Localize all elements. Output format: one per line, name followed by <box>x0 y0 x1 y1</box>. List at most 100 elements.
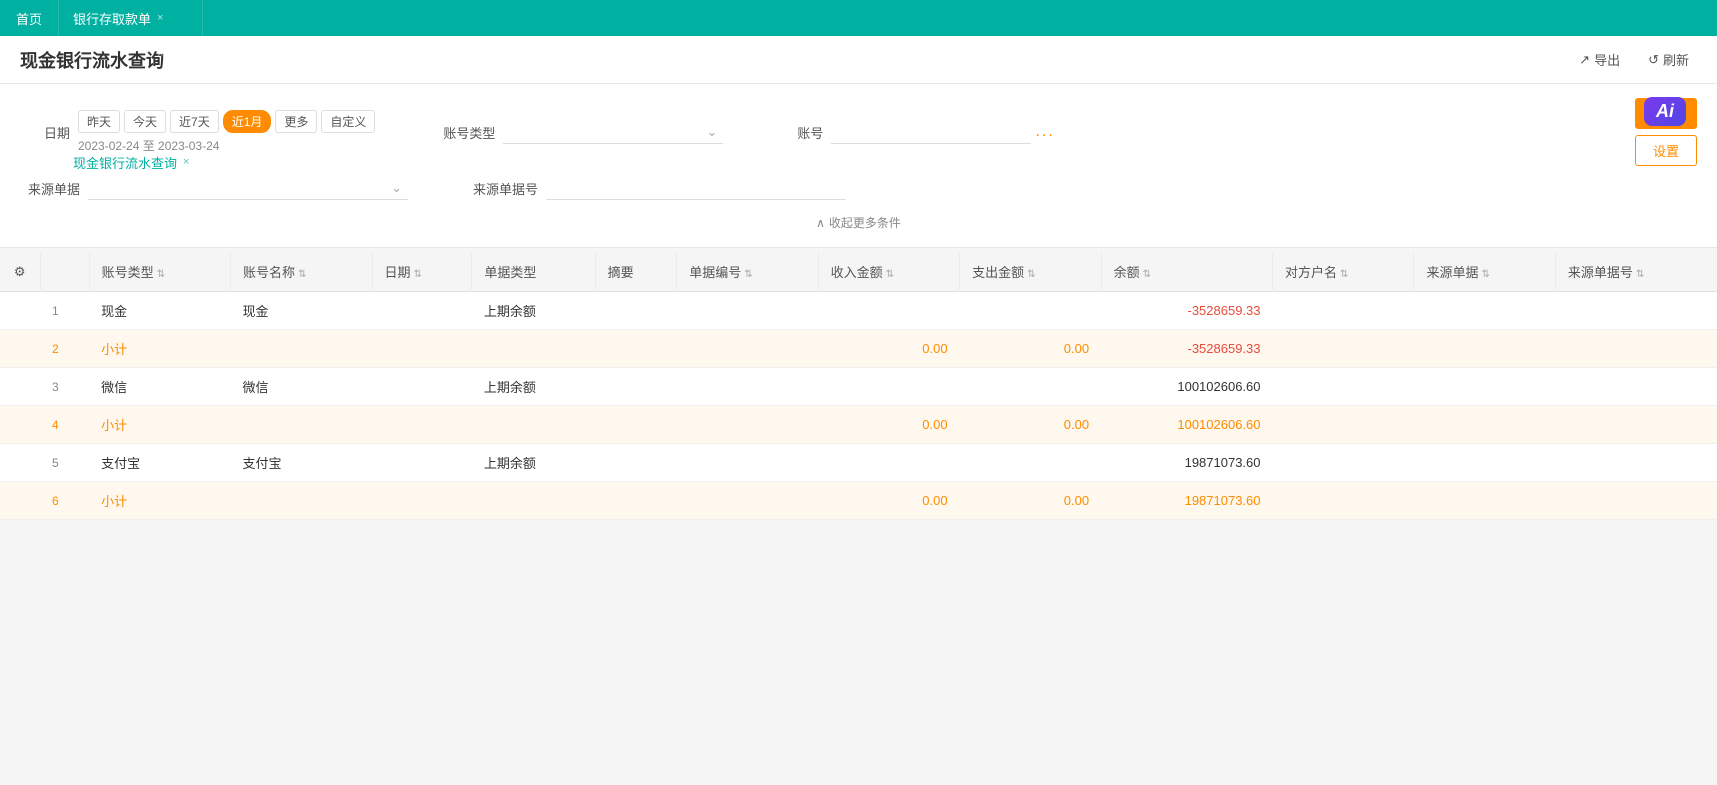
ai-badge[interactable]: Ai <box>1644 97 1686 126</box>
table-row: 4小计0.000.00100102606.60 <box>0 406 1717 444</box>
sort-arrows-icon: ⇅ <box>1636 269 1644 280</box>
td-doc_no <box>677 292 818 330</box>
td-date <box>372 444 472 482</box>
source-doc-no-label: 来源单据号 <box>468 179 538 198</box>
date-btn-近7天[interactable]: 近7天 <box>170 110 219 133</box>
close-icon[interactable]: × <box>157 12 163 24</box>
td-gear <box>0 330 40 368</box>
td-account_name <box>231 482 372 520</box>
source-doc-select[interactable] <box>88 176 408 200</box>
date-btn-自定义[interactable]: 自定义 <box>321 110 375 133</box>
table-row: 3微信微信上期余额100102606.60 <box>0 368 1717 406</box>
td-source_doc <box>1414 368 1555 406</box>
account-type-label: 账号类型 <box>435 123 495 142</box>
td-index: 2 <box>40 330 89 368</box>
close-icon[interactable]: × <box>157 84 163 96</box>
td-summary <box>595 444 677 482</box>
td-balance: 100102606.60 <box>1101 406 1272 444</box>
filter-area: 日期 昨天今天近7天近1月更多自定义 2023-02-24 至 2023-03-… <box>0 84 1717 248</box>
td-account_type: 小计 <box>89 482 230 520</box>
th-date[interactable]: 日期⇅ <box>372 252 472 292</box>
account-input[interactable] <box>831 120 1031 144</box>
th-account_name[interactable]: 账号名称⇅ <box>231 252 372 292</box>
sort-arrows-icon: ⇅ <box>1143 269 1151 280</box>
close-icon[interactable]: × <box>183 156 189 168</box>
td-source_doc_no <box>1555 292 1717 330</box>
date-btn-近1月[interactable]: 近1月 <box>223 110 272 133</box>
date-btn-更多[interactable]: 更多 <box>275 110 317 133</box>
td-account_name: 支付宝 <box>231 444 372 482</box>
td-expense: 0.00 <box>960 406 1101 444</box>
source-doc-select-wrapper <box>88 176 408 200</box>
date-range-display: 2023-02-24 至 2023-03-24 <box>78 137 375 154</box>
td-index: 5 <box>40 444 89 482</box>
td-counterpart <box>1273 330 1414 368</box>
td-gear <box>0 368 40 406</box>
collapse-bar[interactable]: ∧ 收起更多条件 <box>20 210 1697 239</box>
td-expense: 0.00 <box>960 330 1101 368</box>
td-summary <box>595 330 677 368</box>
th-summary: 摘要 <box>595 252 677 292</box>
td-doc_no <box>677 330 818 368</box>
th-doc_type: 单据类型 <box>472 252 595 292</box>
nav-home[interactable]: 首页 <box>0 0 59 36</box>
th-doc_no[interactable]: 单据编号⇅ <box>677 252 818 292</box>
td-balance: 19871073.60 <box>1101 482 1272 520</box>
th-income[interactable]: 收入金额⇅ <box>818 252 959 292</box>
nav-tab-银行存取款单[interactable]: 银行存取款单× <box>59 0 203 36</box>
table-body: 1现金现金上期余额-3528659.332小计0.000.00-3528659.… <box>0 292 1717 520</box>
source-doc-no-input[interactable] <box>546 176 846 200</box>
collapse-chevron-icon: ∧ <box>816 216 825 230</box>
td-source_doc <box>1414 292 1555 330</box>
th-counterpart[interactable]: 对方户名⇅ <box>1273 252 1414 292</box>
td-index: 1 <box>40 292 89 330</box>
td-counterpart <box>1273 406 1414 444</box>
td-summary <box>595 368 677 406</box>
account-type-select[interactable]: 现金 微信 支付宝 <box>503 120 723 144</box>
date-buttons-row: 昨天今天近7天近1月更多自定义 <box>78 110 375 133</box>
close-icon[interactable]: × <box>157 48 163 60</box>
table-container: ⚙ 账号类型⇅账号名称⇅日期⇅单据类型摘要单据编号⇅收入金额⇅支出金额⇅余额⇅对方… <box>0 252 1717 520</box>
account-type-select-wrapper: 现金 微信 支付宝 <box>503 120 723 144</box>
th-source_doc_no[interactable]: 来源单据号⇅ <box>1555 252 1717 292</box>
td-date <box>372 482 472 520</box>
td-gear <box>0 482 40 520</box>
td-expense <box>960 444 1101 482</box>
page-header: 现金银行流水查询 ↗ 导出 ↺ 刷新 <box>0 36 1717 84</box>
td-gear <box>0 292 40 330</box>
table-row: 6小计0.000.0019871073.60 <box>0 482 1717 520</box>
td-account_name: 现金 <box>231 292 372 330</box>
account-dots-button[interactable]: ... <box>1031 119 1058 145</box>
td-account_type: 微信 <box>89 368 230 406</box>
export-button[interactable]: ↗ 导出 <box>1571 46 1628 73</box>
th-source_doc[interactable]: 来源单据⇅ <box>1414 252 1555 292</box>
th-account_type[interactable]: 账号类型⇅ <box>89 252 230 292</box>
td-source_doc <box>1414 444 1555 482</box>
td-index: 3 <box>40 368 89 406</box>
close-icon[interactable]: × <box>157 120 163 132</box>
th-balance[interactable]: 余额⇅ <box>1101 252 1272 292</box>
td-counterpart <box>1273 292 1414 330</box>
date-btn-昨天[interactable]: 昨天 <box>78 110 120 133</box>
th-expense[interactable]: 支出金额⇅ <box>960 252 1101 292</box>
td-account_type: 小计 <box>89 330 230 368</box>
source-doc-label: 来源单据 <box>20 179 80 198</box>
td-income: 0.00 <box>818 330 959 368</box>
td-expense <box>960 368 1101 406</box>
filter-row-2: 来源单据 来源单据号 <box>20 176 1697 200</box>
sort-arrows-icon: ⇅ <box>414 269 422 280</box>
sort-arrows-icon: ⇅ <box>744 269 752 280</box>
settings-button[interactable]: 设置 <box>1635 135 1697 166</box>
td-source_doc <box>1414 330 1555 368</box>
sort-arrows-icon: ⇅ <box>1481 269 1489 280</box>
refresh-button[interactable]: ↺ 刷新 <box>1640 46 1697 73</box>
th-gear: ⚙ <box>0 252 40 292</box>
nav-tab-收款核销执行[interactable]: 收款核销执行× <box>59 72 203 108</box>
td-account_type: 小计 <box>89 406 230 444</box>
td-source_doc_no <box>1555 368 1717 406</box>
th-index <box>40 252 89 292</box>
td-doc_no <box>677 368 818 406</box>
gear-icon[interactable]: ⚙ <box>14 264 26 279</box>
td-gear <box>0 444 40 482</box>
date-filter-col: 昨天今天近7天近1月更多自定义 2023-02-24 至 2023-03-24 <box>78 110 375 154</box>
